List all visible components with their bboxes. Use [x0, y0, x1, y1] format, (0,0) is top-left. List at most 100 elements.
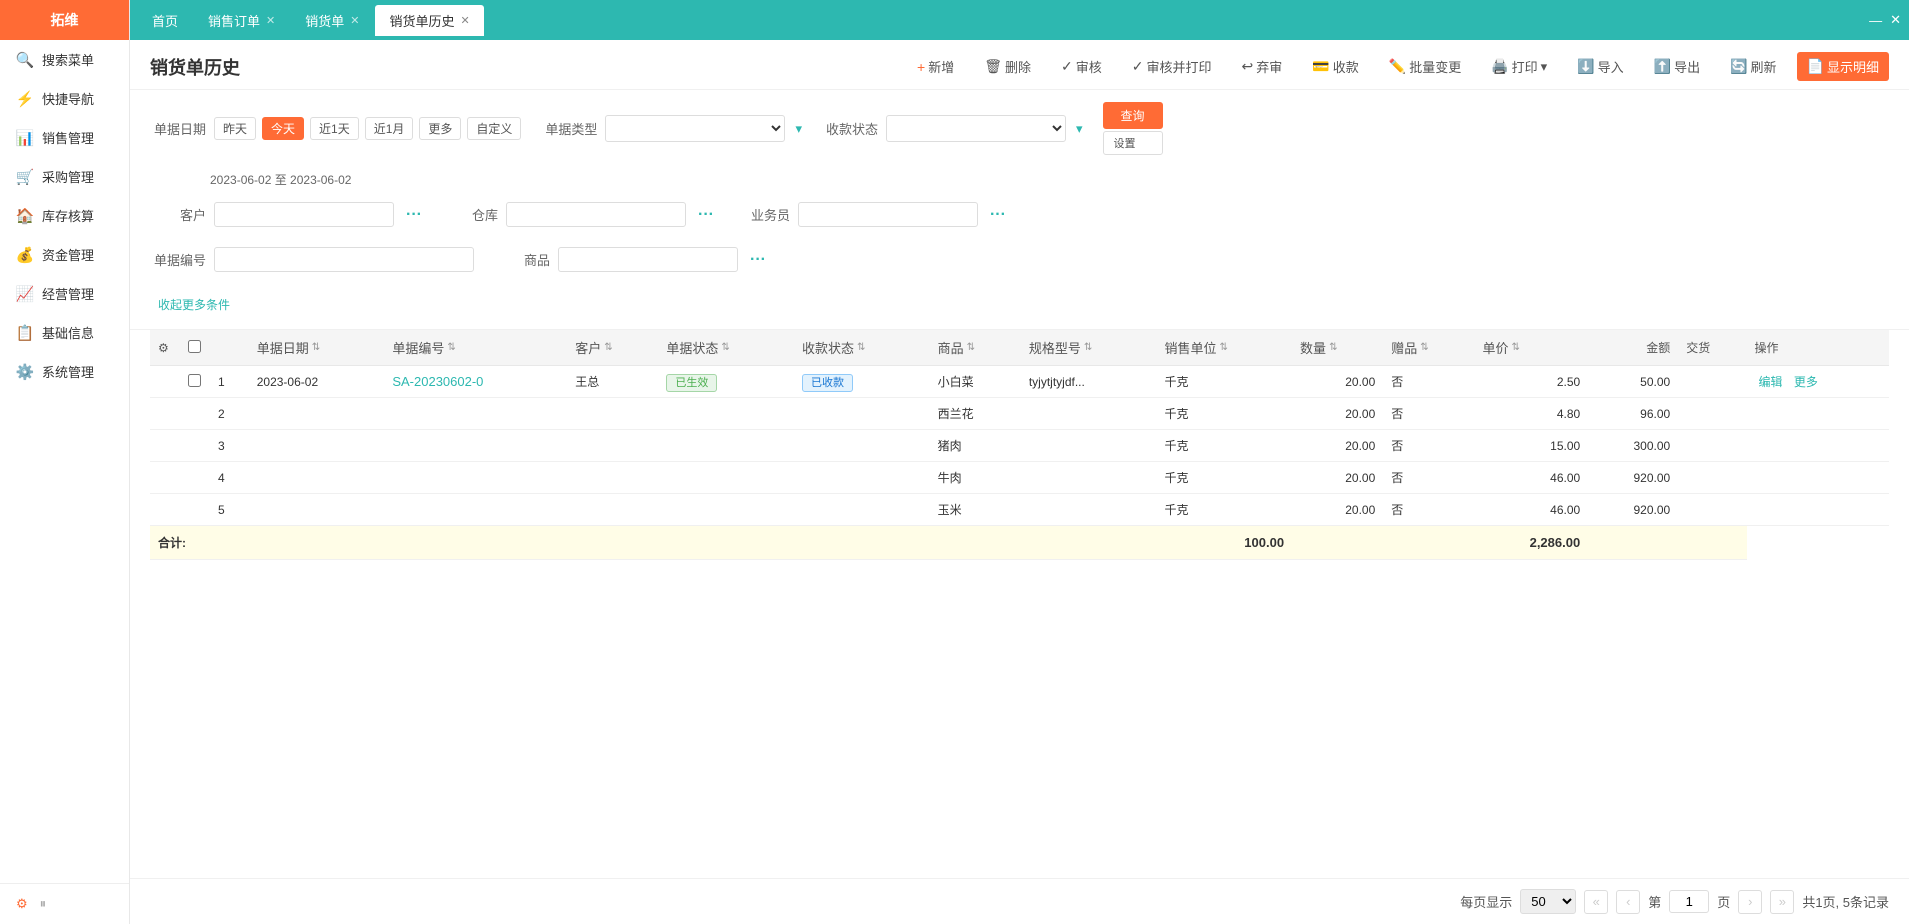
- refresh-button[interactable]: 🔄 刷新: [1720, 52, 1786, 81]
- staff-input[interactable]: [798, 202, 978, 227]
- col-qty[interactable]: 数量: [1292, 330, 1383, 366]
- print-button[interactable]: 🖨️ 打印 ▾: [1481, 52, 1557, 81]
- date-btn-7days[interactable]: 近1天: [310, 117, 359, 140]
- sort-customer[interactable]: 客户: [575, 338, 650, 357]
- col-spec[interactable]: 规格型号: [1021, 330, 1157, 366]
- date-btn-yesterday[interactable]: 昨天: [214, 117, 256, 140]
- page-input[interactable]: [1669, 890, 1709, 913]
- date-btn-1month[interactable]: 近1月: [365, 117, 414, 140]
- sidebar-item-label: 搜索菜单: [42, 50, 94, 69]
- close-btn[interactable]: ✕: [1890, 12, 1901, 28]
- tab-sales-history[interactable]: 销货单历史 ✕: [375, 5, 483, 36]
- collect-button[interactable]: 💳 收款: [1302, 52, 1368, 81]
- content-area: 销货单历史 + 新增 🗑 删除 ✓ 审核 ✓ 审核并打印: [130, 40, 1909, 924]
- import-button[interactable]: ⬇️ 导入: [1567, 52, 1633, 81]
- gift-cell: 否: [1383, 494, 1474, 526]
- col-doc-status[interactable]: 单据状态: [658, 330, 794, 366]
- query-button[interactable]: 查询: [1103, 102, 1163, 129]
- per-page-select[interactable]: 50 100 200: [1520, 889, 1576, 914]
- sort-unit[interactable]: 销售单位: [1164, 338, 1284, 357]
- close-sales-order[interactable]: ✕: [266, 14, 275, 27]
- sort-gift[interactable]: 赠品: [1391, 338, 1466, 357]
- select-all-checkbox[interactable]: [188, 340, 201, 353]
- sidebar-item-capital-mgmt[interactable]: 💰 资金管理: [0, 235, 129, 274]
- sort-goods[interactable]: 商品: [938, 338, 1013, 357]
- sidebar-item-purchase-mgmt[interactable]: 🛒 采购管理: [0, 157, 129, 196]
- table-row: 1 2023-06-02 SA-20230602-0 王总 已生效 已收款 小白…: [150, 366, 1889, 398]
- doc-no-link[interactable]: SA-20230602-0: [392, 374, 483, 389]
- edit-action-btn[interactable]: 编辑: [1755, 373, 1787, 391]
- export-button[interactable]: ⬆️ 导出: [1644, 52, 1710, 81]
- sort-qty[interactable]: 数量: [1300, 338, 1375, 357]
- summary-rest: [1588, 526, 1746, 560]
- settings-button[interactable]: 设置: [1103, 131, 1163, 155]
- sort-doc-status[interactable]: 单据状态: [666, 338, 786, 357]
- collapse-button[interactable]: 收起更多条件: [150, 292, 1889, 317]
- tab-sales-goods-label: 销货单: [305, 11, 344, 30]
- sidebar-item-sales-mgmt[interactable]: 📊 销售管理: [0, 118, 129, 157]
- total-info: 共1页, 5条记录: [1802, 892, 1889, 911]
- col-unit-price[interactable]: 单价: [1474, 330, 1588, 366]
- col-unit[interactable]: 销售单位: [1156, 330, 1292, 366]
- date-btn-more[interactable]: 更多: [419, 117, 461, 140]
- doc-no-input[interactable]: [214, 247, 474, 272]
- sidebar-item-operations[interactable]: 📈 经营管理: [0, 274, 129, 313]
- tab-sales-goods[interactable]: 销货单 ✕: [291, 5, 373, 36]
- show-detail-button[interactable]: 📄 显示明细: [1797, 52, 1889, 81]
- goods-input[interactable]: [558, 247, 738, 272]
- abandon-button[interactable]: ↩ 弃审: [1232, 52, 1293, 81]
- first-page-btn[interactable]: «: [1584, 890, 1608, 914]
- date-btn-custom[interactable]: 自定义: [467, 117, 521, 140]
- date-btn-today[interactable]: 今天: [262, 117, 304, 140]
- sidebar-item-inventory[interactable]: 🏠 库存核算: [0, 196, 129, 235]
- col-gift[interactable]: 赠品: [1383, 330, 1474, 366]
- sidebar-item-search-menu[interactable]: 🔍 搜索菜单: [0, 40, 129, 79]
- tab-home[interactable]: 首页: [138, 5, 192, 36]
- goods-picker-icon[interactable]: ···: [750, 251, 766, 269]
- col-collect-status[interactable]: 收款状态: [794, 330, 930, 366]
- col-doc-no[interactable]: 单据编号: [384, 330, 567, 366]
- per-page-label: 每页显示: [1460, 892, 1512, 911]
- customer-input[interactable]: [214, 202, 394, 227]
- tab-sales-order-label: 销售订单: [208, 11, 260, 30]
- sidebar-item-quick-nav[interactable]: ⚡ 快捷导航: [0, 79, 129, 118]
- sort-collect-status[interactable]: 收款状态: [802, 338, 922, 357]
- checkbox-cell: [180, 430, 210, 462]
- more-action-btn[interactable]: 更多: [1790, 373, 1822, 391]
- doc-type-select[interactable]: [605, 115, 785, 142]
- delete-button[interactable]: 🗑 删除: [974, 52, 1041, 81]
- warehouse-input[interactable]: [506, 202, 686, 227]
- col-customer[interactable]: 客户: [567, 330, 658, 366]
- audit-print-button[interactable]: ✓ 审核并打印: [1122, 52, 1222, 81]
- import-icon: ⬇️: [1577, 58, 1594, 75]
- audit-button[interactable]: ✓ 审核: [1051, 52, 1112, 81]
- page-suffix: 页: [1717, 892, 1730, 911]
- col-doc-date[interactable]: 单据日期: [249, 330, 385, 366]
- sort-spec[interactable]: 规格型号: [1029, 338, 1149, 357]
- sort-doc-date[interactable]: 单据日期: [257, 338, 377, 357]
- prev-page-btn[interactable]: ‹: [1616, 890, 1640, 914]
- new-button[interactable]: + 新增: [907, 52, 964, 81]
- sidebar-bottom-icon2[interactable]: ⏸: [40, 896, 47, 912]
- close-sales-goods[interactable]: ✕: [350, 14, 359, 27]
- sidebar-item-system-mgmt[interactable]: ⚙️ 系统管理: [0, 352, 129, 391]
- row-checkbox[interactable]: [188, 374, 201, 387]
- minimize-btn[interactable]: —: [1869, 13, 1882, 28]
- warehouse-picker-icon[interactable]: ···: [698, 206, 714, 224]
- collect-status-select[interactable]: [886, 115, 1066, 142]
- next-page-btn[interactable]: ›: [1738, 890, 1762, 914]
- sidebar-item-label: 快捷导航: [42, 89, 94, 108]
- doc-no-cell: SA-20230602-0: [384, 366, 567, 398]
- sort-unit-price[interactable]: 单价: [1482, 338, 1580, 357]
- tab-sales-order[interactable]: 销售订单 ✕: [194, 5, 289, 36]
- sidebar-item-basic-info[interactable]: 📋 基础信息: [0, 313, 129, 352]
- sort-doc-no[interactable]: 单据编号: [392, 338, 559, 357]
- sidebar-bottom-icon1[interactable]: ⚙: [16, 896, 28, 912]
- close-sales-history[interactable]: ✕: [461, 14, 470, 27]
- staff-picker-icon[interactable]: ···: [990, 206, 1006, 224]
- batch-change-button[interactable]: ✏️ 批量变更: [1379, 52, 1471, 81]
- customer-picker-icon[interactable]: ···: [406, 206, 422, 224]
- top-nav: 首页 销售订单 ✕ 销货单 ✕ 销货单历史 ✕ — ✕: [130, 0, 1909, 40]
- col-goods[interactable]: 商品: [930, 330, 1021, 366]
- last-page-btn[interactable]: »: [1770, 890, 1794, 914]
